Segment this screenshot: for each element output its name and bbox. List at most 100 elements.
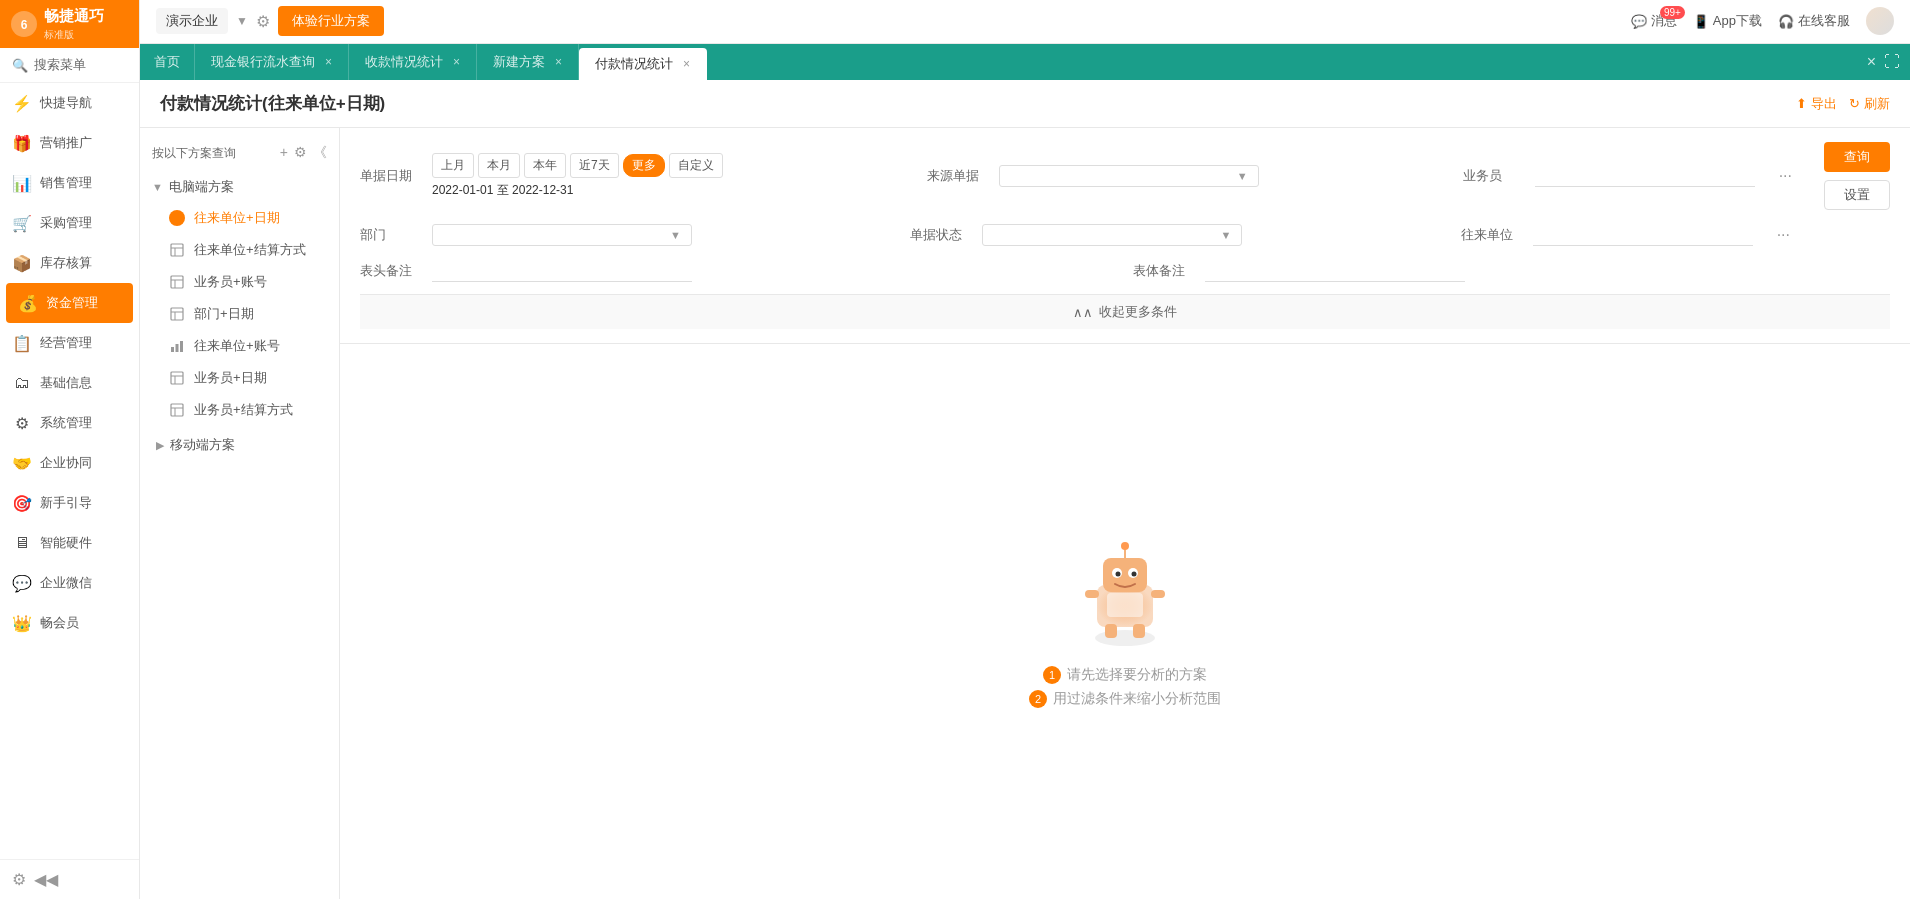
scheme-item-salesperson-date[interactable]: 业务员+日期 <box>140 362 339 394</box>
scheme-item-partner-date[interactable]: 往来单位+日期 <box>140 202 339 234</box>
tab-close-all-icon[interactable]: × <box>1867 53 1876 71</box>
this-year-btn[interactable]: 本年 <box>524 153 566 178</box>
dept-select[interactable]: ▼ <box>432 224 692 246</box>
tab-payment-stats[interactable]: 付款情况统计 × <box>579 48 707 80</box>
scheme-item-dept-date[interactable]: 部门+日期 <box>140 298 339 330</box>
tab-bank-flow[interactable]: 现金银行流水查询 × <box>195 44 349 80</box>
company-dropdown-arrow[interactable]: ▼ <box>236 14 248 28</box>
left-panel-header: 按以下方案查询 + ⚙ 《 <box>140 138 339 168</box>
scheme-item-partner-account[interactable]: 往来单位+账号 <box>140 330 339 362</box>
wechat-icon: 💬 <box>12 573 32 593</box>
empty-tip-1: 1 请先选择要分析的方案 <box>1043 666 1207 684</box>
source-doc-arrow: ▼ <box>1237 170 1248 182</box>
header-settings-icon[interactable]: ⚙ <box>256 12 270 31</box>
scheme-item-salesperson-payment[interactable]: 业务员+结算方式 <box>140 394 339 426</box>
right-panel: 单据日期 上月 本月 本年 近7天 更多 自定义 2022-01-01 至 20… <box>340 128 1910 899</box>
scheme-table-icon-4 <box>168 369 186 387</box>
online-service-btn[interactable]: 🎧 在线客服 <box>1778 12 1850 30</box>
left-panel-collapse-btn[interactable]: 《 <box>313 144 327 162</box>
export-btn[interactable]: ⬆ 导出 <box>1796 95 1837 113</box>
notification-btn[interactable]: 💬 消息 99+ <box>1631 12 1677 30</box>
doc-status-select[interactable]: ▼ <box>982 224 1242 246</box>
collapse-more-btn[interactable]: ∧∧ 收起更多条件 <box>360 294 1890 329</box>
sidebar-item-inventory[interactable]: 📦 库存核算 <box>0 243 139 283</box>
scheme-table-icon-5 <box>168 401 186 419</box>
logo-icon: 6 <box>10 10 38 38</box>
footer-collapse-icon[interactable]: ◀◀ <box>34 870 58 889</box>
svg-rect-5 <box>171 276 183 288</box>
custom-btn[interactable]: 自定义 <box>669 153 723 178</box>
tab-home[interactable]: 首页 <box>140 44 195 80</box>
filter-settings-btn[interactable]: 设置 <box>1824 180 1890 210</box>
last-month-btn[interactable]: 上月 <box>432 153 474 178</box>
sales-icon: 📊 <box>12 173 32 193</box>
app-icon: 📱 <box>1693 14 1709 29</box>
partner-input[interactable] <box>1533 224 1753 246</box>
tab-close-payment-stats[interactable]: × <box>683 57 690 71</box>
sidebar-item-member[interactable]: 👑 畅会员 <box>0 603 139 643</box>
last-7days-btn[interactable]: 近7天 <box>570 153 619 178</box>
this-month-btn[interactable]: 本月 <box>478 153 520 178</box>
filter-row-2: 部门 ▼ 单据状态 ▼ 往来单位 ··· <box>360 222 1890 248</box>
footer-settings-icon[interactable]: ⚙ <box>12 870 26 889</box>
more-btn[interactable]: 更多 <box>623 154 665 177</box>
tab-receipt-stats[interactable]: 收款情况统计 × <box>349 44 477 80</box>
add-scheme-icon[interactable]: + <box>280 144 288 162</box>
table-body-note-input[interactable] <box>1205 260 1465 282</box>
user-avatar[interactable] <box>1866 7 1894 35</box>
desktop-scheme-group-header[interactable]: ▼ 电脑端方案 <box>140 172 339 202</box>
sidebar-item-finance[interactable]: 💰 资金管理 <box>6 283 133 323</box>
mobile-scheme-group-header[interactable]: ▶ 移动端方案 <box>140 430 339 460</box>
sidebar-item-guide[interactable]: 🎯 新手引导 <box>0 483 139 523</box>
filter-area: 单据日期 上月 本月 本年 近7天 更多 自定义 2022-01-01 至 20… <box>340 128 1910 344</box>
collab-icon: 🤝 <box>12 453 32 473</box>
partner-more-icon[interactable]: ··· <box>1769 222 1798 248</box>
date-buttons: 上月 本月 本年 近7天 更多 自定义 <box>432 153 723 178</box>
try-industry-btn[interactable]: 体验行业方案 <box>278 6 384 36</box>
date-range: 2022-01-01 至 2022-12-31 <box>432 182 723 199</box>
partner-label: 往来单位 <box>1461 226 1517 244</box>
tab-close-bank-flow[interactable]: × <box>325 55 332 69</box>
sidebar-item-operation[interactable]: 📋 经营管理 <box>0 323 139 363</box>
tip-num-2: 2 <box>1029 690 1047 708</box>
salesperson-input[interactable] <box>1535 165 1755 187</box>
scheme-item-partner-payment[interactable]: 往来单位+结算方式 <box>140 234 339 266</box>
empty-tip-2: 2 用过滤条件来缩小分析范围 <box>1029 690 1221 708</box>
scheme-settings-icon[interactable]: ⚙ <box>294 144 307 162</box>
table-head-note-label: 表头备注 <box>360 262 416 280</box>
sidebar-item-system[interactable]: ⚙ 系统管理 <box>0 403 139 443</box>
scheme-table-icon-3 <box>168 305 186 323</box>
source-doc-select[interactable]: ▼ <box>999 165 1259 187</box>
svg-rect-32 <box>1133 624 1145 638</box>
sidebar-item-marketing[interactable]: 🎁 营销推广 <box>0 123 139 163</box>
tab-close-new-scheme[interactable]: × <box>555 55 562 69</box>
scheme-item-salesperson-account[interactable]: 业务员+账号 <box>140 266 339 298</box>
mobile-group-arrow: ▶ <box>156 439 164 452</box>
svg-point-20 <box>1095 630 1155 646</box>
tab-close-receipt-stats[interactable]: × <box>453 55 460 69</box>
marketing-icon: 🎁 <box>12 133 32 153</box>
tab-new-scheme[interactable]: 新建方案 × <box>477 44 579 80</box>
query-btn[interactable]: 查询 <box>1824 142 1890 172</box>
search-menu[interactable]: 🔍 搜索菜单 <box>0 48 139 83</box>
sidebar-item-collab[interactable]: 🤝 企业协同 <box>0 443 139 483</box>
sidebar-item-wechat[interactable]: 💬 企业微信 <box>0 563 139 603</box>
sidebar-item-basic-info[interactable]: 🗂 基础信息 <box>0 363 139 403</box>
tab-bar-actions: × ⛶ <box>1857 44 1910 80</box>
purchase-icon: 🛒 <box>12 213 32 233</box>
sidebar-item-smart-hw[interactable]: 🖥 智能硬件 <box>0 523 139 563</box>
date-label: 单据日期 <box>360 167 416 185</box>
salesperson-more-icon[interactable]: ··· <box>1771 163 1800 189</box>
salesperson-label: 业务员 <box>1463 167 1519 185</box>
sidebar-item-purchase[interactable]: 🛒 采购管理 <box>0 203 139 243</box>
svg-rect-17 <box>171 404 183 416</box>
app-download-btn[interactable]: 📱 App下载 <box>1693 12 1762 30</box>
refresh-btn[interactable]: ↻ 刷新 <box>1849 95 1890 113</box>
sidebar-item-quick-nav[interactable]: ⚡ 快捷导航 <box>0 83 139 123</box>
company-name[interactable]: 演示企业 <box>156 8 228 34</box>
svg-rect-33 <box>1107 593 1143 617</box>
header-right: 💬 消息 99+ 📱 App下载 🎧 在线客服 <box>1631 7 1894 35</box>
table-head-note-input[interactable] <box>432 260 692 282</box>
sidebar-item-sales[interactable]: 📊 销售管理 <box>0 163 139 203</box>
tab-expand-icon[interactable]: ⛶ <box>1884 53 1900 71</box>
